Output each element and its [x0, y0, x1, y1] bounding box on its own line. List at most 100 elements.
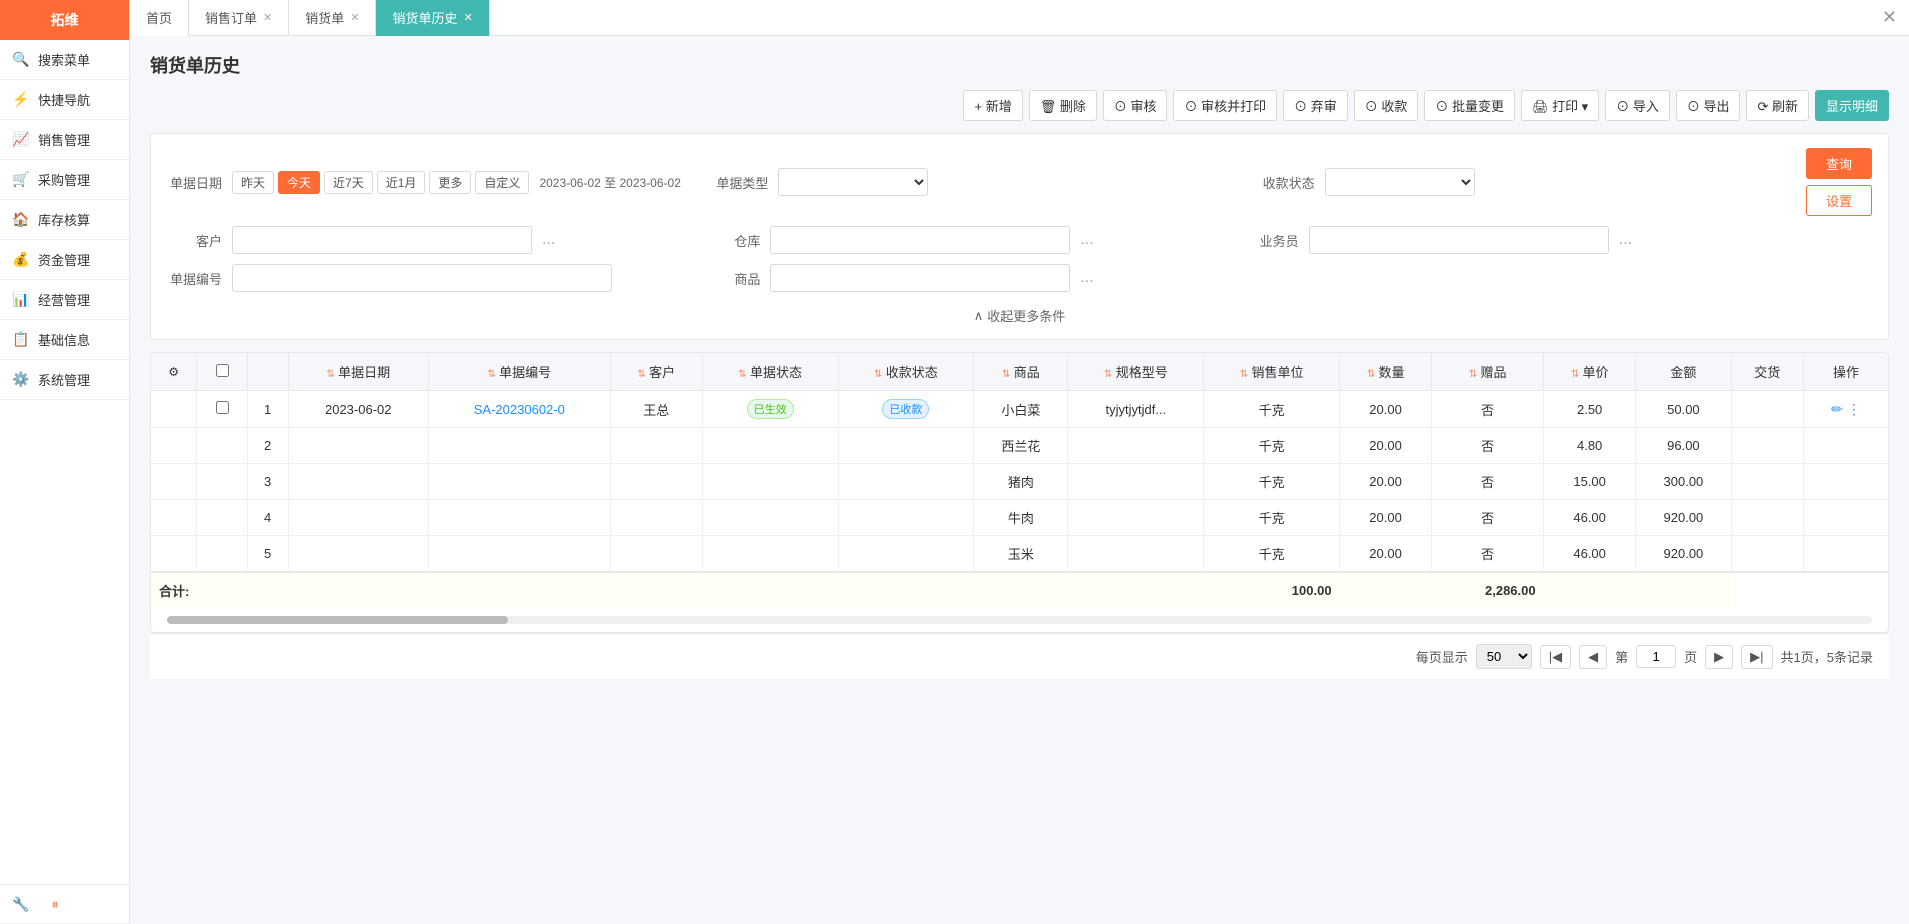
sidebar-item-sales-mgmt[interactable]: 📈 销售管理 — [0, 120, 129, 160]
row-checkbox[interactable] — [216, 401, 229, 414]
more-action-icon[interactable]: ⋮ — [1847, 401, 1861, 417]
warehouse-dots[interactable]: ... — [1080, 231, 1093, 249]
tab-sales-goods-close[interactable]: ✕ — [350, 11, 359, 24]
col-spec[interactable]: ⇅ 规格型号 — [1068, 353, 1204, 391]
sidebar-settings-btn[interactable]: 🔧 ⏸ — [0, 885, 129, 924]
col-date[interactable]: ⇅ 单据日期 — [288, 353, 428, 391]
col-settings[interactable]: ⚙ — [151, 353, 197, 391]
lightning-icon: ⚡ — [12, 91, 30, 109]
next-page-btn[interactable]: ▶ — [1705, 645, 1733, 669]
col-goods[interactable]: ⇅ 商品 — [974, 353, 1068, 391]
docno-input[interactable] — [232, 264, 612, 292]
cell-date — [288, 536, 428, 573]
salesperson-input[interactable] — [1309, 226, 1609, 254]
last7-btn[interactable]: 近7天 — [324, 171, 373, 194]
print-button[interactable]: 🖨 打印 ▾ — [1521, 90, 1599, 121]
today-btn[interactable]: 今天 — [278, 171, 320, 194]
batch-change-button[interactable]: ⊙ 批量变更 — [1424, 90, 1515, 121]
last-page-btn[interactable]: ▶| — [1741, 645, 1772, 669]
sidebar-item-system-mgmt[interactable]: ⚙️ 系统管理 — [0, 360, 129, 400]
audit-print-button[interactable]: ⊙ 审核并打印 — [1173, 90, 1277, 121]
custom-btn[interactable]: 自定义 — [475, 171, 529, 194]
col-gift[interactable]: ⇅ 赠品 — [1432, 353, 1544, 391]
tab-sales-history[interactable]: 销货单历史 ✕ — [376, 0, 489, 36]
audit-button[interactable]: ⊙ 审核 — [1103, 90, 1168, 121]
goods-input[interactable] — [770, 264, 1070, 292]
cell-checkbox[interactable] — [197, 536, 247, 573]
export-button[interactable]: ⊙ 导出 — [1676, 90, 1741, 121]
warehouse-input[interactable] — [770, 226, 1070, 254]
sidebar-item-basic-info[interactable]: 📋 基础信息 — [0, 320, 129, 360]
delete-button[interactable]: 🗑 删除 — [1029, 90, 1097, 121]
cell-customer — [610, 536, 702, 573]
cell-docno[interactable] — [428, 464, 610, 500]
cell-docno[interactable] — [428, 500, 610, 536]
customer-input[interactable] — [232, 226, 532, 254]
import-button[interactable]: ⊙ 导入 — [1605, 90, 1670, 121]
sidebar-item-search-menu[interactable]: 🔍 搜索菜单 — [0, 40, 129, 80]
cell-seq: 4 — [247, 500, 288, 536]
cell-qty: 20.00 — [1340, 464, 1432, 500]
sidebar-logo: 拓维 — [0, 0, 129, 40]
yesterday-btn[interactable]: 昨天 — [232, 171, 274, 194]
per-page-select[interactable]: 50100 — [1476, 644, 1532, 669]
cell-checkbox[interactable] — [197, 428, 247, 464]
doc-no-link[interactable]: SA-20230602-0 — [474, 402, 565, 417]
tab-home[interactable]: 首页 — [130, 0, 189, 36]
edit-icon[interactable]: ✏ — [1831, 401, 1843, 417]
collect-button[interactable]: ⊙ 收款 — [1354, 90, 1419, 121]
cell-docstatus — [702, 500, 838, 536]
tab-sales-order-close[interactable]: ✕ — [263, 11, 272, 24]
prev-page-btn[interactable]: ◀ — [1579, 645, 1607, 669]
page-number-input[interactable] — [1636, 645, 1676, 668]
col-paystatus[interactable]: ⇅ 收款状态 — [838, 353, 974, 391]
more-btn[interactable]: 更多 — [429, 171, 471, 194]
col-gift-label: 赠品 — [1480, 365, 1506, 380]
sidebar-item-finance-mgmt[interactable]: 💰 资金管理 — [0, 240, 129, 280]
cell-checkbox[interactable] — [197, 500, 247, 536]
tab-sales-history-close[interactable]: ✕ — [464, 11, 473, 24]
col-price[interactable]: ⇅ 单价 — [1544, 353, 1636, 391]
cell-checkbox[interactable] — [197, 464, 247, 500]
payment-status-select[interactable] — [1325, 168, 1475, 196]
col-unit[interactable]: ⇅ 销售单位 — [1204, 353, 1340, 391]
abandon-button[interactable]: ⊙ 弃审 — [1283, 90, 1348, 121]
goods-dots[interactable]: ... — [1080, 269, 1093, 287]
tab-sales-goods[interactable]: 销货单 ✕ — [289, 0, 376, 36]
close-all-tabs[interactable]: ✕ — [1870, 7, 1909, 28]
col-docstatus[interactable]: ⇅ 单据状态 — [702, 353, 838, 391]
select-all-checkbox[interactable] — [216, 364, 229, 377]
add-button[interactable]: + 新增 — [963, 90, 1022, 121]
col-customer[interactable]: ⇅ 客户 — [610, 353, 702, 391]
cell-goods: 猪肉 — [974, 464, 1068, 500]
cell-docno[interactable] — [428, 536, 610, 573]
cell-seq: 5 — [247, 536, 288, 573]
sidebar-item-quick-nav[interactable]: ⚡ 快捷导航 — [0, 80, 129, 120]
setting-button[interactable]: 设置 — [1806, 185, 1872, 216]
customer-dots[interactable]: ... — [542, 231, 555, 249]
salesperson-dots[interactable]: ... — [1619, 231, 1632, 249]
doc-type-select[interactable] — [778, 168, 928, 196]
collapse-button[interactable]: ∧ 收起更多条件 — [167, 302, 1872, 325]
sidebar-item-ops-mgmt[interactable]: 📊 经营管理 — [0, 280, 129, 320]
col-docno[interactable]: ⇅ 单据编号 — [428, 353, 610, 391]
query-button[interactable]: 查询 — [1806, 148, 1872, 179]
cell-docno[interactable]: SA-20230602-0 — [428, 391, 610, 428]
col-qty[interactable]: ⇅ 数量 — [1340, 353, 1432, 391]
sidebar-item-purchase-mgmt[interactable]: 🛒 采购管理 — [0, 160, 129, 200]
last1m-btn[interactable]: 近1月 — [377, 171, 426, 194]
refresh-button-label: ⟳ 刷新 — [1757, 96, 1798, 115]
show-detail-button[interactable]: 显示明细 — [1815, 90, 1889, 121]
cell-checkbox[interactable] — [197, 391, 247, 428]
cell-goods: 牛肉 — [974, 500, 1068, 536]
first-page-btn[interactable]: |◀ — [1540, 645, 1571, 669]
col-checkbox[interactable] — [197, 353, 247, 391]
cell-unit: 千克 — [1204, 391, 1340, 428]
horizontal-scrollbar[interactable] — [151, 608, 1888, 632]
tab-sales-order[interactable]: 销售订单 ✕ — [189, 0, 289, 36]
chart-icon: 📈 — [12, 131, 30, 149]
sidebar-item-inventory[interactable]: 🏠 库存核算 — [0, 200, 129, 240]
cell-docno[interactable] — [428, 428, 610, 464]
refresh-button[interactable]: ⟳ 刷新 — [1746, 90, 1809, 121]
table-row: 5 玉米 千克 20.00 否 46.00 920.00 — [151, 536, 1888, 573]
